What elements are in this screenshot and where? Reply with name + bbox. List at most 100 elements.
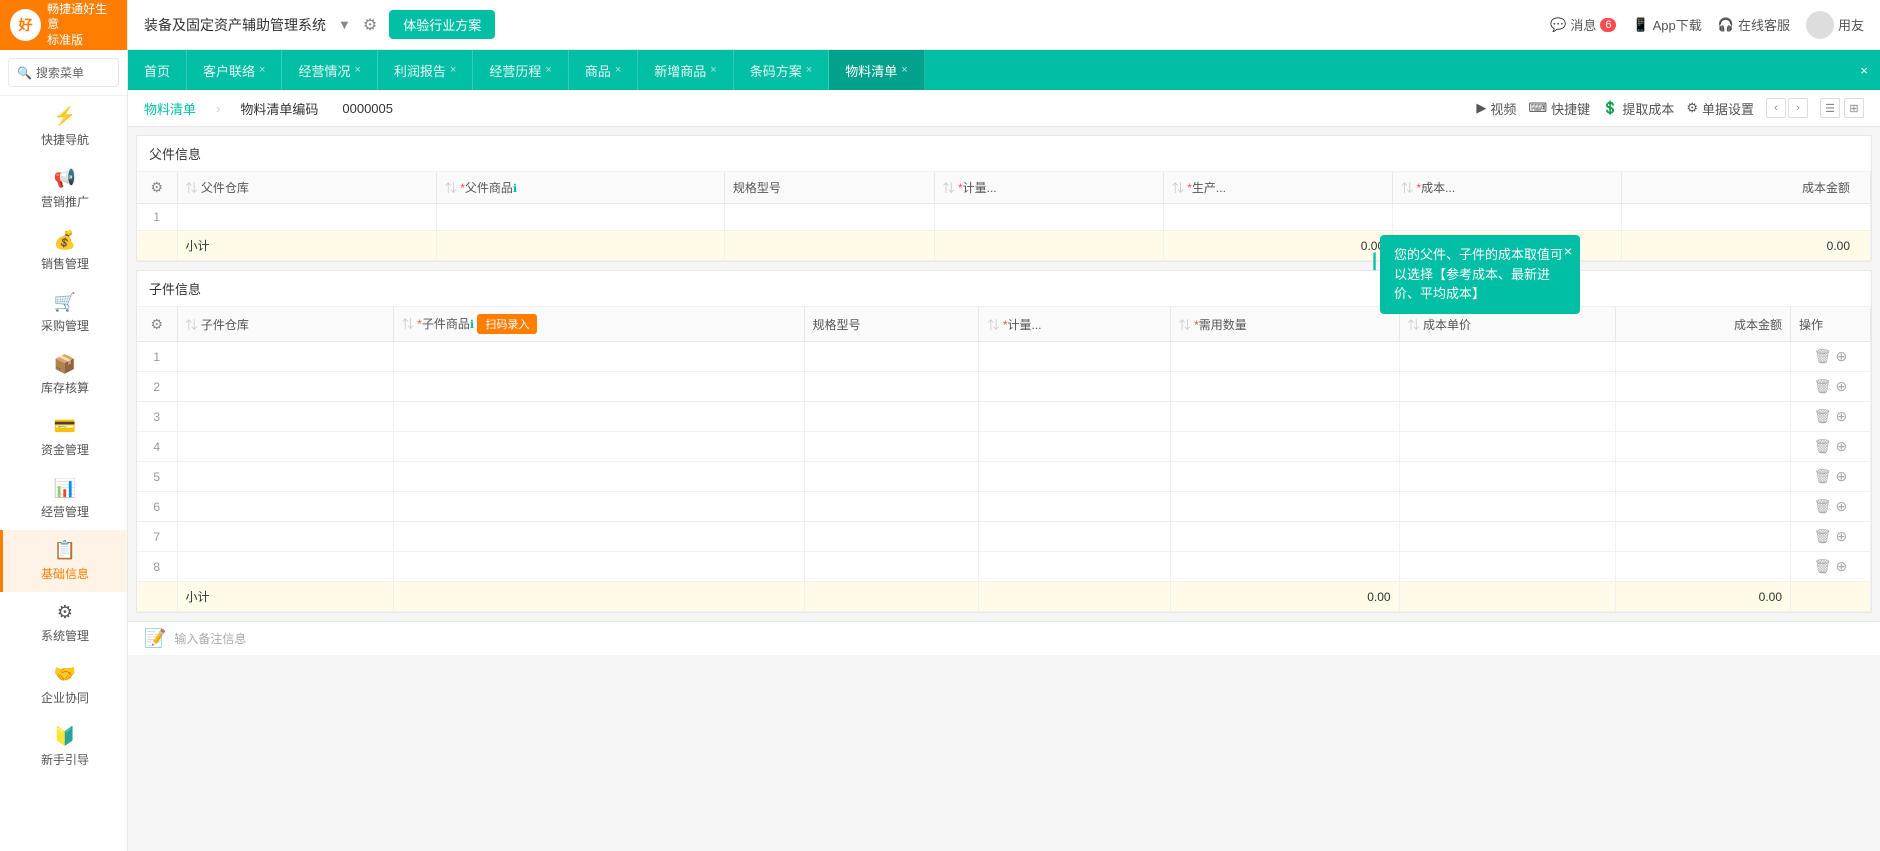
tab-goods[interactable]: 商品 ×	[569, 50, 638, 90]
doc-settings-button[interactable]: ⚙ 单据设置	[1686, 99, 1754, 118]
child-spec-cell[interactable]	[804, 552, 979, 582]
child-unit-cost-cell[interactable]	[1399, 492, 1615, 522]
shortcut-button[interactable]: ⌨ 快捷键	[1528, 99, 1590, 118]
delete-icon[interactable]: 🗑	[1814, 438, 1832, 455]
child-unit-cell[interactable]	[979, 462, 1170, 492]
list-view-button[interactable]: ☰	[1820, 98, 1840, 118]
parent-unit-cell[interactable]	[934, 204, 1163, 231]
system-dropdown-icon[interactable]: ▼	[338, 17, 351, 32]
delete-icon[interactable]: 🗑	[1814, 378, 1832, 395]
parent-cost-cell[interactable]	[1393, 204, 1622, 231]
copy-icon[interactable]: ⊕	[1836, 408, 1848, 425]
delete-icon[interactable]: 🗑	[1814, 408, 1832, 425]
child-warehouse-cell[interactable]	[177, 432, 393, 462]
child-warehouse-cell[interactable]	[177, 492, 393, 522]
next-arrow[interactable]: ›	[1788, 98, 1808, 118]
child-unit-cell[interactable]	[979, 432, 1170, 462]
copy-icon[interactable]: ⊕	[1836, 438, 1848, 455]
tab-barcode[interactable]: 条码方案 ×	[734, 50, 829, 90]
tab-home[interactable]: 首页	[128, 50, 187, 90]
child-goods-cell[interactable]	[393, 342, 804, 372]
tab-close-barcode[interactable]: ×	[806, 64, 812, 76]
online-service-button[interactable]: 🎧 在线客服	[1718, 15, 1790, 34]
child-unit-cost-cell[interactable]	[1399, 402, 1615, 432]
tab-close-operations[interactable]: ×	[354, 64, 360, 76]
sidebar-item-sales[interactable]: 💰 销售管理	[0, 220, 127, 282]
child-qty-cell[interactable]	[1170, 432, 1399, 462]
child-unit-cost-cell[interactable]	[1399, 342, 1615, 372]
child-qty-cell[interactable]	[1170, 342, 1399, 372]
parent-production-cell[interactable]	[1163, 204, 1392, 231]
sidebar-item-operations[interactable]: 📊 经营管理	[0, 468, 127, 530]
sidebar-item-guide[interactable]: 🔰 新手引导	[0, 716, 127, 778]
child-qty-cell[interactable]	[1170, 372, 1399, 402]
tab-close-profit[interactable]: ×	[450, 64, 456, 76]
child-goods-cell[interactable]	[393, 402, 804, 432]
messages-button[interactable]: 💬 消息 6	[1550, 15, 1616, 34]
child-unit-cell[interactable]	[979, 402, 1170, 432]
child-warehouse-cell[interactable]	[177, 342, 393, 372]
tab-close-goods[interactable]: ×	[615, 64, 621, 76]
settings-icon[interactable]: ⚙	[363, 15, 377, 35]
tab-close-history[interactable]: ×	[545, 64, 551, 76]
view-video-button[interactable]: ▶ 视频	[1476, 99, 1516, 118]
grid-view-button[interactable]: ⊞	[1844, 98, 1864, 118]
sidebar-item-finance[interactable]: 💳 资金管理	[0, 406, 127, 468]
child-unit-cell[interactable]	[979, 522, 1170, 552]
tab-profit[interactable]: 利润报告 ×	[378, 50, 473, 90]
child-goods-cell[interactable]	[393, 522, 804, 552]
delete-icon[interactable]: 🗑	[1814, 558, 1832, 575]
child-unit-cost-cell[interactable]	[1399, 432, 1615, 462]
copy-icon[interactable]: ⊕	[1836, 498, 1848, 515]
child-spec-cell[interactable]	[804, 492, 979, 522]
tab-new-goods[interactable]: 新增商品 ×	[638, 50, 733, 90]
child-unit-cell[interactable]	[979, 492, 1170, 522]
sidebar-item-quick-nav[interactable]: ⚡ 快捷导航	[0, 96, 127, 158]
child-spec-cell[interactable]	[804, 462, 979, 492]
sidebar-item-cooperation[interactable]: 🤝 企业协同	[0, 654, 127, 716]
child-spec-cell[interactable]	[804, 342, 979, 372]
extract-cost-button[interactable]: 💲 提取成本	[1602, 99, 1674, 118]
tab-close-customers[interactable]: ×	[259, 64, 265, 76]
copy-icon[interactable]: ⊕	[1836, 378, 1848, 395]
parent-spec-cell[interactable]	[724, 204, 934, 231]
copy-icon[interactable]: ⊕	[1836, 468, 1848, 485]
child-warehouse-cell[interactable]	[177, 552, 393, 582]
child-unit-cost-cell[interactable]	[1399, 522, 1615, 552]
tooltip-close-button[interactable]: ×	[1564, 241, 1572, 262]
child-goods-cell[interactable]	[393, 552, 804, 582]
sidebar-item-purchase[interactable]: 🛒 采购管理	[0, 282, 127, 344]
app-download-button[interactable]: 📱 App下载	[1632, 15, 1701, 34]
tab-history[interactable]: 经营历程 ×	[473, 50, 568, 90]
prev-arrow[interactable]: ‹	[1766, 98, 1786, 118]
child-goods-cell[interactable]	[393, 492, 804, 522]
copy-icon[interactable]: ⊕	[1836, 558, 1848, 575]
child-goods-cell[interactable]	[393, 462, 804, 492]
tab-close-new-goods[interactable]: ×	[710, 64, 716, 76]
delete-icon[interactable]: 🗑	[1814, 528, 1832, 545]
trial-button[interactable]: 体验行业方案	[389, 10, 495, 39]
child-unit-cost-cell[interactable]	[1399, 462, 1615, 492]
child-spec-cell[interactable]	[804, 432, 979, 462]
child-unit-cell[interactable]	[979, 342, 1170, 372]
child-qty-cell[interactable]	[1170, 462, 1399, 492]
child-spec-cell[interactable]	[804, 372, 979, 402]
copy-icon[interactable]: ⊕	[1836, 348, 1848, 365]
scan-input-button[interactable]: 扫码录入	[477, 314, 537, 334]
sidebar-item-marketing[interactable]: 📢 营销推广	[0, 158, 127, 220]
child-unit-cell[interactable]	[979, 372, 1170, 402]
parent-col-settings[interactable]: ⚙	[137, 172, 177, 204]
child-unit-cost-cell[interactable]	[1399, 372, 1615, 402]
child-qty-cell[interactable]	[1170, 522, 1399, 552]
child-spec-cell[interactable]	[804, 522, 979, 552]
child-qty-cell[interactable]	[1170, 552, 1399, 582]
child-unit-cost-cell[interactable]	[1399, 552, 1615, 582]
child-col-settings[interactable]: ⚙	[137, 307, 177, 342]
breadcrumb-parent[interactable]: 物料清单	[144, 99, 196, 118]
child-qty-cell[interactable]	[1170, 492, 1399, 522]
sidebar-item-system[interactable]: ⚙ 系统管理	[0, 592, 127, 654]
search-menu-button[interactable]: 🔍 搜索菜单	[8, 58, 119, 87]
sidebar-logo[interactable]: 好 畅捷通好生意 标准版	[0, 0, 127, 50]
child-warehouse-cell[interactable]	[177, 462, 393, 492]
note-hint[interactable]: 输入备注信息	[174, 630, 246, 647]
